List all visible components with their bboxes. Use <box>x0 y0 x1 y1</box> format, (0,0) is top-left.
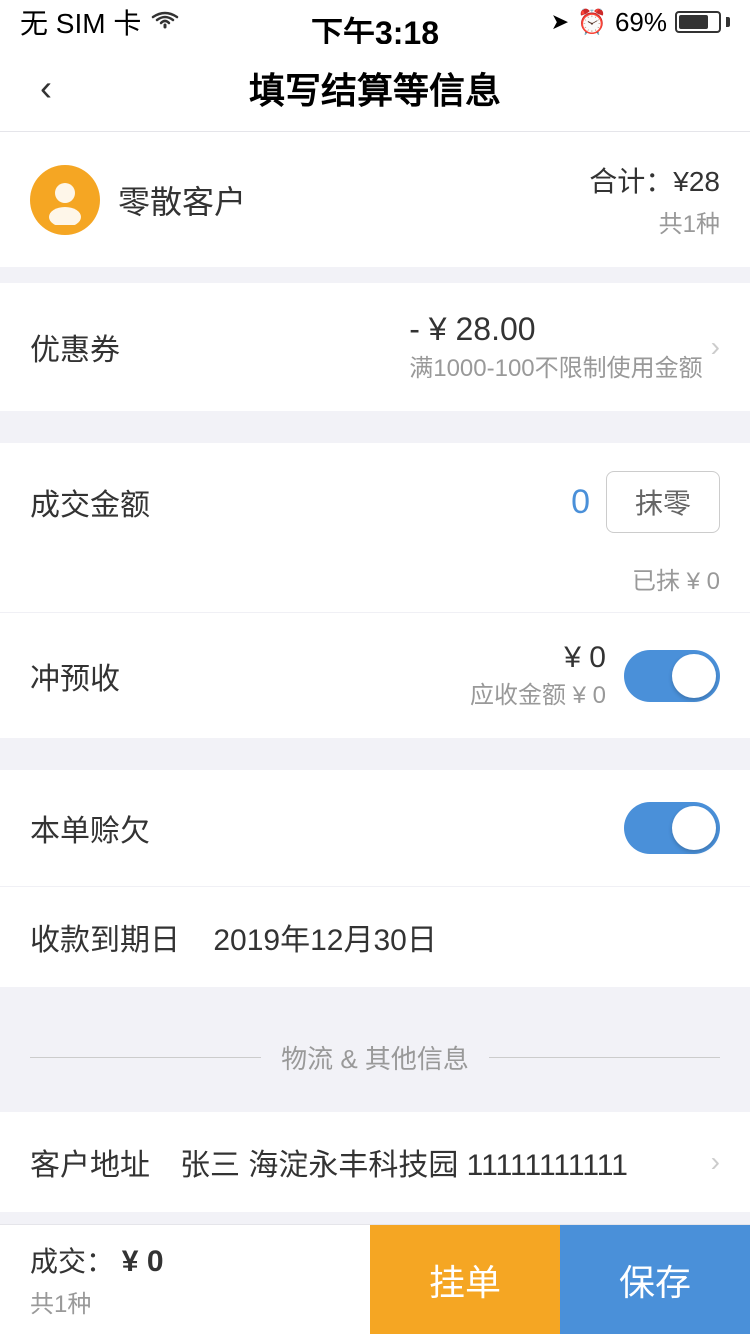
amount-section: 成交金额 0 抹零 已抹 ¥ 0 冲预收 ¥ 0 应收金额 ¥ 0 <box>0 443 750 738</box>
logistics-section: 物流 & 其他信息 <box>0 1019 750 1096</box>
customer-info: 零散客户 <box>30 165 246 235</box>
round-off-sub: 已抹 ¥ 0 <box>0 561 750 612</box>
customer-name: 零散客户 <box>118 177 246 223</box>
coupon-discount: - ¥ 28.00 <box>409 311 702 348</box>
debit-row: 本单赊欠 <box>0 770 750 886</box>
coupon-label: 优惠券 <box>30 325 120 369</box>
transaction-label: 成交金额 <box>30 480 150 524</box>
customer-section: 零散客户 合计：¥28 共1种 <box>0 132 750 267</box>
debit-label: 本单赊欠 <box>30 806 150 850</box>
coupon-section[interactable]: 优惠券 - ¥ 28.00 满1000-100不限制使用金额 › <box>0 283 750 411</box>
coupon-value: - ¥ 28.00 满1000-100不限制使用金额 <box>409 311 702 383</box>
bottom-bar: 成交： ¥ 0 共1种 挂单 保存 <box>0 1224 750 1334</box>
prepayment-values: ¥ 0 应收金额 ¥ 0 <box>470 641 606 710</box>
customer-total: 合计：¥28 共1种 <box>589 160 720 239</box>
prepayment-label: 冲预收 <box>30 654 120 698</box>
due-date-row: 收款到期日 2019年12月30日 <box>0 886 750 987</box>
prepayment-amount: ¥ 0 <box>470 641 606 675</box>
bottom-count: 共1种 <box>30 1284 340 1319</box>
carrier-text: 无 SIM 卡 <box>20 2 141 42</box>
debit-toggle[interactable] <box>624 802 720 854</box>
status-bar: 无 SIM 卡 下午3:18 ➤ ⏰ 69% <box>0 0 750 44</box>
total-amount: 合计：¥28 <box>589 160 720 200</box>
separator-1 <box>0 427 750 443</box>
address-chevron-icon: › <box>711 1146 720 1178</box>
page-title: 填写结算等信息 <box>249 62 501 114</box>
content: 零散客户 合计：¥28 共1种 优惠券 - ¥ 28.00 满1000-100不… <box>0 132 750 1332</box>
wifi-icon <box>151 6 179 38</box>
hang-button[interactable]: 挂单 <box>370 1225 560 1334</box>
location-icon: ➤ <box>551 9 569 35</box>
status-left: 无 SIM 卡 <box>20 2 179 42</box>
nav-bar: ‹ 填写结算等信息 <box>0 44 750 132</box>
debit-toggle-knob <box>672 806 716 850</box>
coupon-desc: 满1000-100不限制使用金额 <box>409 348 702 383</box>
battery-percent: 69% <box>615 7 667 38</box>
item-count: 共1种 <box>589 204 720 239</box>
prepayment-receivable: 应收金额 ¥ 0 <box>470 675 606 710</box>
customer-row: 零散客户 合计：¥28 共1种 <box>0 132 750 267</box>
coupon-right: - ¥ 28.00 满1000-100不限制使用金额 › <box>409 311 720 383</box>
save-button[interactable]: 保存 <box>560 1225 750 1334</box>
bottom-transaction-label: 成交： ¥ 0 <box>30 1240 340 1280</box>
already-rounded: 已抹 ¥ 0 <box>632 568 720 595</box>
avatar <box>30 165 100 235</box>
bottom-amount: ¥ 0 <box>122 1245 164 1278</box>
logistics-label: 物流 & 其他信息 <box>261 1039 489 1076</box>
transaction-right: 0 抹零 <box>571 471 720 533</box>
address-label: 客户地址 <box>30 1140 180 1184</box>
due-date-text: 收款到期日 2019年12月30日 <box>30 924 437 957</box>
separator-2 <box>0 754 750 770</box>
transaction-value: 0 <box>571 483 590 522</box>
prepayment-right: ¥ 0 应收金额 ¥ 0 <box>470 641 720 710</box>
address-row: 客户地址 张三 海淀永丰科技园 11111111111 › <box>0 1112 750 1212</box>
divider-line-left <box>30 1057 261 1058</box>
toggle-knob <box>672 654 716 698</box>
battery-icon <box>675 11 730 33</box>
debit-section: 本单赊欠 收款到期日 2019年12月30日 <box>0 770 750 987</box>
separator-3 <box>0 1003 750 1019</box>
divider-line-right <box>489 1057 720 1058</box>
chevron-right-icon: › <box>711 331 720 363</box>
status-right: ➤ ⏰ 69% <box>551 7 730 38</box>
transaction-amount-row: 成交金额 0 抹零 <box>0 443 750 561</box>
prepayment-toggle[interactable] <box>624 650 720 702</box>
address-value: 张三 海淀永丰科技园 11111111111 <box>180 1140 701 1184</box>
address-section[interactable]: 客户地址 张三 海淀永丰科技园 11111111111 › <box>0 1112 750 1212</box>
back-button[interactable]: ‹ <box>30 57 62 119</box>
prepayment-row: 冲预收 ¥ 0 应收金额 ¥ 0 <box>0 612 750 738</box>
alarm-icon: ⏰ <box>577 8 607 37</box>
round-off-button[interactable]: 抹零 <box>606 471 720 533</box>
bottom-summary: 成交： ¥ 0 共1种 <box>0 1240 370 1319</box>
